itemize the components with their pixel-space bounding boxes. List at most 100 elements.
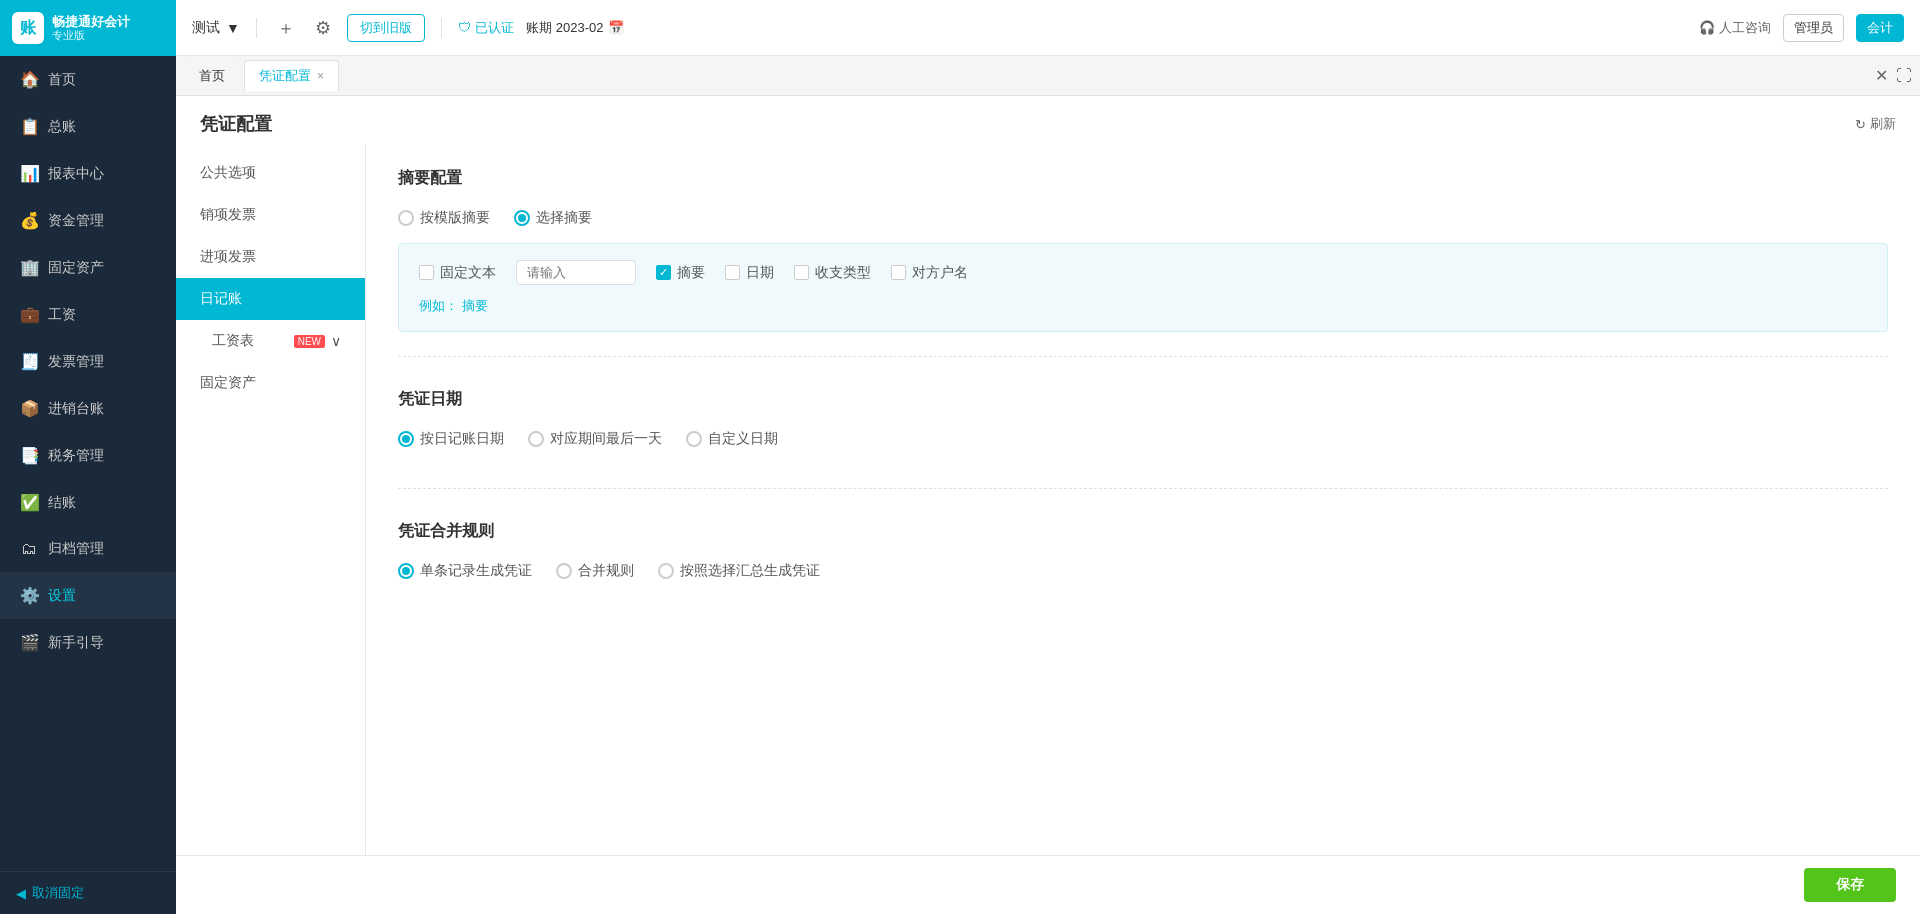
radio-template-circle [398,210,414,226]
merge-radio-single[interactable]: 单条记录生成凭证 [398,562,532,580]
example-prefix: 例如： [419,298,458,313]
summary-options-box: 固定文本 ✓ 摘要 日期 [398,243,1888,332]
sidebar-item-settle[interactable]: ✅ 结账 [0,479,176,526]
cb-summary[interactable]: ✓ 摘要 [656,264,705,282]
cb-counterpart-box [891,265,906,280]
tab-close-icon[interactable]: × [317,69,324,83]
right-content: 摘要配置 按模版摘要 选择摘要 [366,144,1920,855]
ledger-icon: 📋 [20,117,38,136]
guide-icon: 🎬 [20,633,38,652]
manager-button[interactable]: 管理员 [1783,14,1844,42]
summary-radio-select[interactable]: 选择摘要 [514,209,592,227]
new-badge: NEW [294,335,325,348]
left-nav: 公共选项 销项发票 进项发票 日记账 工资表 NEW [176,144,366,855]
sidebar-item-label: 报表中心 [48,165,104,183]
sidebar-item-tax[interactable]: 📑 税务管理 [0,432,176,479]
cb-fixed-text[interactable]: 固定文本 [419,264,496,282]
service-label: 人工咨询 [1719,19,1771,37]
cb-date-label: 日期 [746,264,774,282]
merge-radio-select-merge[interactable]: 按照选择汇总生成凭证 [658,562,820,580]
invoice-icon: 🧾 [20,352,38,371]
content-wrapper: 凭证配置 ↻ 刷新 公共选项 销项发票 进项发票 [176,96,1920,855]
nav-sale-invoice[interactable]: 销项发票 [176,194,365,236]
service-button[interactable]: 🎧 人工咨询 [1699,19,1771,37]
voucher-date-section: 凭证日期 按日记账日期 对应期间最后一天 [398,389,1888,489]
sidebar-scroll: 🏠 首页 📋 总账 📊 报表中心 💰 资金管理 🏢 固定资产 💼 工资 🧾 发票… [0,56,176,871]
cb-summary-label: 摘要 [677,264,705,282]
topbar-right: 🎧 人工咨询 管理员 会计 [1699,14,1904,42]
nav-salary-table-label: 工资表 [212,332,254,350]
divider1 [256,18,257,38]
merge-radio-select-merge-circle [658,563,674,579]
switch-version-button[interactable]: 切到旧版 [347,14,425,42]
sidebar-item-asset[interactable]: 🏢 固定资产 [0,244,176,291]
nav-salary-table[interactable]: 工资表 NEW ∨ [176,320,365,362]
asset-icon: 🏢 [20,258,38,277]
trade-icon: 📦 [20,399,38,418]
tab-fullscreen-button[interactable]: ⛶ [1896,66,1912,85]
company-selector[interactable]: 测试 ▼ [192,19,240,37]
logo-icon: 账 [12,12,44,44]
period-value: 2023-02 [556,20,604,35]
date-radio-journal[interactable]: 按日记账日期 [398,430,504,448]
tabs-bar: 首页 凭证配置 × ✕ ⛶ [176,56,1920,96]
topbar: 测试 ▼ ＋ ⚙ 切到旧版 🛡 已认证 账期 2023-02 📅 🎧 人工咨询 … [176,0,1920,56]
save-button[interactable]: 保存 [1804,868,1896,902]
merge-rule-section: 凭证合并规则 单条记录生成凭证 合并规则 [398,521,1888,620]
tab-home[interactable]: 首页 [184,60,240,91]
archive-icon: 🗂 [20,540,38,558]
add-button[interactable]: ＋ [273,12,299,44]
accountant-button[interactable]: 会计 [1856,14,1904,42]
sidebar-item-report[interactable]: 📊 报表中心 [0,150,176,197]
main-area: 测试 ▼ ＋ ⚙ 切到旧版 🛡 已认证 账期 2023-02 📅 🎧 人工咨询 … [176,0,1920,914]
pin-icon: ◀ [16,886,26,901]
shield-icon: 🛡 [458,20,471,35]
sidebar-item-label: 归档管理 [48,540,104,558]
sidebar-item-invoice[interactable]: 🧾 发票管理 [0,338,176,385]
sidebar-item-fund[interactable]: 💰 资金管理 [0,197,176,244]
page-header: 凭证配置 ↻ 刷新 [176,96,1920,144]
sidebar-item-settings[interactable]: ⚙️ 设置 [0,572,176,619]
nav-purchase-invoice[interactable]: 进项发票 [176,236,365,278]
nav-purchase-invoice-label: 进项发票 [200,248,256,264]
tab-voucher-config[interactable]: 凭证配置 × [244,60,339,91]
sidebar-item-label: 税务管理 [48,447,104,465]
cb-date[interactable]: 日期 [725,264,774,282]
sidebar-item-home[interactable]: 🏠 首页 [0,56,176,103]
page-title: 凭证配置 [200,112,272,136]
page-area: 凭证配置 ↻ 刷新 公共选项 销项发票 进项发票 [176,96,1920,914]
sidebar-item-ledger[interactable]: 📋 总账 [0,103,176,150]
cancel-fixed-button[interactable]: ◀ 取消固定 [0,871,176,914]
page-footer: 保存 [176,855,1920,914]
cb-counterpart[interactable]: 对方户名 [891,264,968,282]
merge-radio-select-merge-label: 按照选择汇总生成凭证 [680,562,820,580]
sidebar: 账 畅捷通好会计 专业版 🏠 首页 📋 总账 📊 报表中心 💰 资金管理 🏢 固… [0,0,176,914]
nav-journal[interactable]: 日记账 [176,278,365,320]
sidebar-item-guide[interactable]: 🎬 新手引导 [0,619,176,666]
date-radio-last-day[interactable]: 对应期间最后一天 [528,430,662,448]
nav-public[interactable]: 公共选项 [176,152,365,194]
cb-fixed-text-label: 固定文本 [440,264,496,282]
report-icon: 📊 [20,164,38,183]
sidebar-item-label: 固定资产 [48,259,104,277]
sidebar-item-trade[interactable]: 📦 进销台账 [0,385,176,432]
sidebar-item-label: 发票管理 [48,353,104,371]
merge-radio-single-label: 单条记录生成凭证 [420,562,532,580]
sidebar-item-salary[interactable]: 💼 工资 [0,291,176,338]
summary-radio-template[interactable]: 按模版摘要 [398,209,490,227]
date-radio-custom[interactable]: 自定义日期 [686,430,778,448]
settings-gear-button[interactable]: ⚙ [311,13,335,43]
tab-close-button[interactable]: ✕ [1875,66,1888,85]
nav-fixed-asset[interactable]: 固定资产 [176,362,365,404]
cb-pay-type[interactable]: 收支类型 [794,264,871,282]
sidebar-item-archive[interactable]: 🗂 归档管理 [0,526,176,572]
merge-radio-merge[interactable]: 合并规则 [556,562,634,580]
period-label: 账期 [526,19,552,37]
salary-icon: 💼 [20,305,38,324]
fixed-text-input[interactable] [516,260,636,285]
sidebar-logo: 账 畅捷通好会计 专业版 [0,0,176,56]
cancel-fixed-label: 取消固定 [32,884,84,902]
refresh-button[interactable]: ↻ 刷新 [1855,115,1896,133]
period-display: 账期 2023-02 📅 [526,19,624,37]
tab-actions: ✕ ⛶ [1875,66,1912,85]
